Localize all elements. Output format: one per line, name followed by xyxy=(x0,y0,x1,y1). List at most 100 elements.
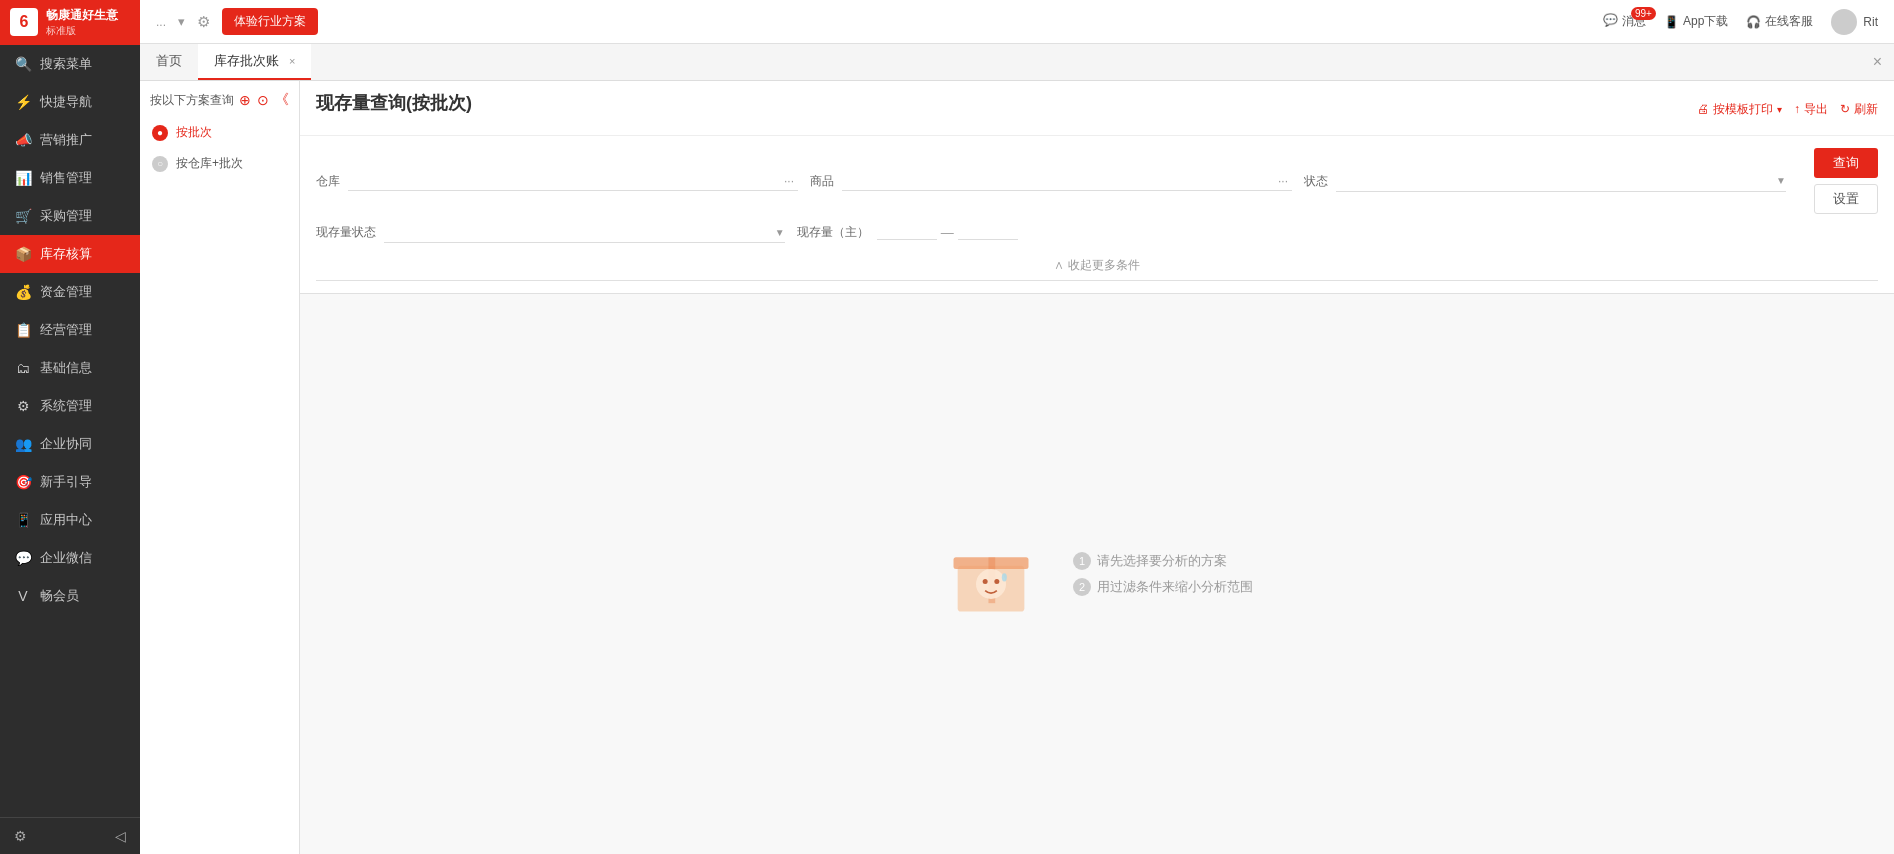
sidebar-item-system[interactable]: ⚙ 系统管理 xyxy=(0,387,140,425)
scheme-by-warehouse-batch[interactable]: ○ 按仓库+批次 xyxy=(140,148,299,179)
user-area[interactable]: Rit xyxy=(1831,9,1878,35)
add-scheme-icon[interactable]: ⊕ xyxy=(239,92,251,108)
hint-num-2: 2 xyxy=(1073,578,1091,596)
query-form: 仓库 ··· 商品 ··· 状态 xyxy=(300,136,1894,294)
sidebar-item-basic-info[interactable]: 🗂 基础信息 xyxy=(0,349,140,387)
sidebar-item-label: 资金管理 xyxy=(40,283,92,301)
tab-home[interactable]: 首页 xyxy=(140,44,198,80)
sidebar-item-marketing[interactable]: 📣 营销推广 xyxy=(0,121,140,159)
filter-icons: ⊕ ⊙ 《 xyxy=(239,91,289,109)
sidebar-item-finance[interactable]: 💰 资金管理 xyxy=(0,273,140,311)
panel-close-icon[interactable]: × xyxy=(1869,49,1886,75)
tab-inventory-batch-label: 库存批次账 xyxy=(214,52,279,70)
tab-home-label: 首页 xyxy=(156,52,182,70)
topbar-left: ... ▾ ⚙ 体验行业方案 xyxy=(156,8,318,35)
money-icon: 💰 xyxy=(14,283,32,301)
warehouse-input[interactable] xyxy=(352,174,780,188)
sidebar-item-quicknav[interactable]: ⚡ 快捷导航 xyxy=(0,83,140,121)
mobile-download-icon: 📱 xyxy=(1664,15,1679,29)
filter-panel: 按以下方案查询 ⊕ ⊙ 《 ● 按批次 ○ 按仓库+批次 xyxy=(140,81,300,854)
export-btn[interactable]: ↑ 导出 xyxy=(1794,101,1828,118)
sidebar-item-guide[interactable]: 🎯 新手引导 xyxy=(0,463,140,501)
sidebar-item-wechat[interactable]: 💬 企业微信 xyxy=(0,539,140,577)
settings-btn[interactable]: 设置 xyxy=(1814,184,1878,214)
print-label: 按模板打印 xyxy=(1713,101,1773,118)
sidebar-item-purchase[interactable]: 🛒 采购管理 xyxy=(0,197,140,235)
refresh-btn[interactable]: ↻ 刷新 xyxy=(1840,101,1878,118)
chevron-down-icon[interactable]: ▾ xyxy=(178,14,185,29)
settings-icon[interactable]: ⚙ xyxy=(14,828,27,844)
refresh-label: 刷新 xyxy=(1854,101,1878,118)
hint-text-1: 请先选择要分析的方案 xyxy=(1097,548,1227,574)
stock-main-to[interactable] xyxy=(958,225,1018,240)
sidebar-item-label: 快捷导航 xyxy=(40,93,92,111)
app-download-btn[interactable]: 📱 App下载 xyxy=(1664,13,1728,30)
cart-icon: 🛒 xyxy=(14,207,32,225)
refresh-icon: ↻ xyxy=(1840,102,1850,116)
filter-panel-header: 按以下方案查询 ⊕ ⊙ 《 xyxy=(140,91,299,117)
tab-close-icon[interactable]: × xyxy=(289,55,295,67)
query-row-1: 仓库 ··· 商品 ··· 状态 xyxy=(316,148,1878,214)
people-icon: 👥 xyxy=(14,435,32,453)
scheme-settings-icon[interactable]: ⊙ xyxy=(257,92,269,108)
online-service-label: 在线客服 xyxy=(1765,13,1813,30)
status-select[interactable] xyxy=(1336,171,1776,191)
warehouse-more-icon[interactable]: ··· xyxy=(784,174,794,188)
filter-header-label: 按以下方案查询 xyxy=(150,92,234,109)
online-service-btn[interactable]: 🎧 在线客服 xyxy=(1746,13,1813,30)
user-name: Rit xyxy=(1863,15,1878,29)
sidebar-item-label: 畅会员 xyxy=(40,587,79,605)
product-more-icon[interactable]: ··· xyxy=(1278,174,1288,188)
scheme-inactive-icon: ○ xyxy=(152,156,168,172)
product-field: 商品 ··· xyxy=(810,172,1292,191)
svg-point-4 xyxy=(983,579,988,584)
scheme-by-batch[interactable]: ● 按批次 xyxy=(140,117,299,148)
sidebar-item-sales[interactable]: 📊 销售管理 xyxy=(0,159,140,197)
main-content: 现存量查询(按批次) 🖨 按模板打印 ▾ ↑ 导出 ↻ 刷新 xyxy=(300,81,1894,854)
print-btn[interactable]: 🖨 按模板打印 ▾ xyxy=(1697,101,1782,118)
stock-status-select[interactable] xyxy=(384,222,775,242)
sidebar-item-inventory[interactable]: 📦 库存核算 xyxy=(0,235,140,273)
sidebar-item-label: 营销推广 xyxy=(40,131,92,149)
message-btn[interactable]: 💬 消息 99+ xyxy=(1603,13,1646,30)
sidebar-item-label: 新手引导 xyxy=(40,473,92,491)
svg-point-3 xyxy=(976,569,1006,599)
sidebar-title-block: 畅康通好生意 标准版 xyxy=(46,8,118,37)
sidebar-header: 6 畅康通好生意 标准版 xyxy=(0,0,140,45)
company-name: 畅康通好生意 xyxy=(46,8,118,24)
product-label: 商品 xyxy=(810,173,834,190)
sidebar-item-search[interactable]: 🔍 搜索菜单 xyxy=(0,45,140,83)
stock-main-from[interactable] xyxy=(877,225,937,240)
stock-main-field: 现存量（主） — xyxy=(797,224,1266,241)
files-icon: 🗂 xyxy=(14,359,32,377)
svg-point-5 xyxy=(994,579,999,584)
product-input-wrapper: ··· xyxy=(842,172,1292,191)
clipboard-icon: 📋 xyxy=(14,321,32,339)
box-icon: 📦 xyxy=(14,245,32,263)
tab-inventory-batch[interactable]: 库存批次账 × xyxy=(198,44,311,80)
collapse-label: ∧ 收起更多条件 xyxy=(1054,258,1139,272)
warehouse-label: 仓库 xyxy=(316,173,340,190)
collapse-filter-icon[interactable]: 《 xyxy=(275,91,289,109)
sidebar-item-operations[interactable]: 📋 经营管理 xyxy=(0,311,140,349)
product-input[interactable] xyxy=(846,174,1274,188)
sidebar-item-label: 库存核算 xyxy=(40,245,92,263)
settings-gear-icon[interactable]: ⚙ xyxy=(197,13,210,31)
scheme-batch-label: 按批次 xyxy=(176,124,212,141)
status-label: 状态 xyxy=(1304,173,1328,190)
collapse-row[interactable]: ∧ 收起更多条件 xyxy=(316,251,1878,281)
page-title: 现存量查询(按批次) xyxy=(316,91,472,115)
search-icon: 🔍 xyxy=(14,55,32,73)
stock-status-field: 现存量状态 ▼ xyxy=(316,222,785,243)
sidebar-item-member[interactable]: V 畅会员 xyxy=(0,577,140,615)
query-btn[interactable]: 查询 xyxy=(1814,148,1878,178)
sidebar-item-label: 企业微信 xyxy=(40,549,92,567)
empty-state: 1 请先选择要分析的方案 2 用过滤条件来缩小分析范围 xyxy=(300,294,1894,854)
sidebar-item-label: 经营管理 xyxy=(40,321,92,339)
hint-item-2: 2 用过滤条件来缩小分析范围 xyxy=(1073,574,1253,600)
target-icon: 🎯 xyxy=(14,473,32,491)
collapse-icon[interactable]: ◁ xyxy=(115,828,126,844)
sidebar-item-enterprise[interactable]: 👥 企业协同 xyxy=(0,425,140,463)
sidebar-item-app-center[interactable]: 📱 应用中心 xyxy=(0,501,140,539)
experience-btn[interactable]: 体验行业方案 xyxy=(222,8,318,35)
